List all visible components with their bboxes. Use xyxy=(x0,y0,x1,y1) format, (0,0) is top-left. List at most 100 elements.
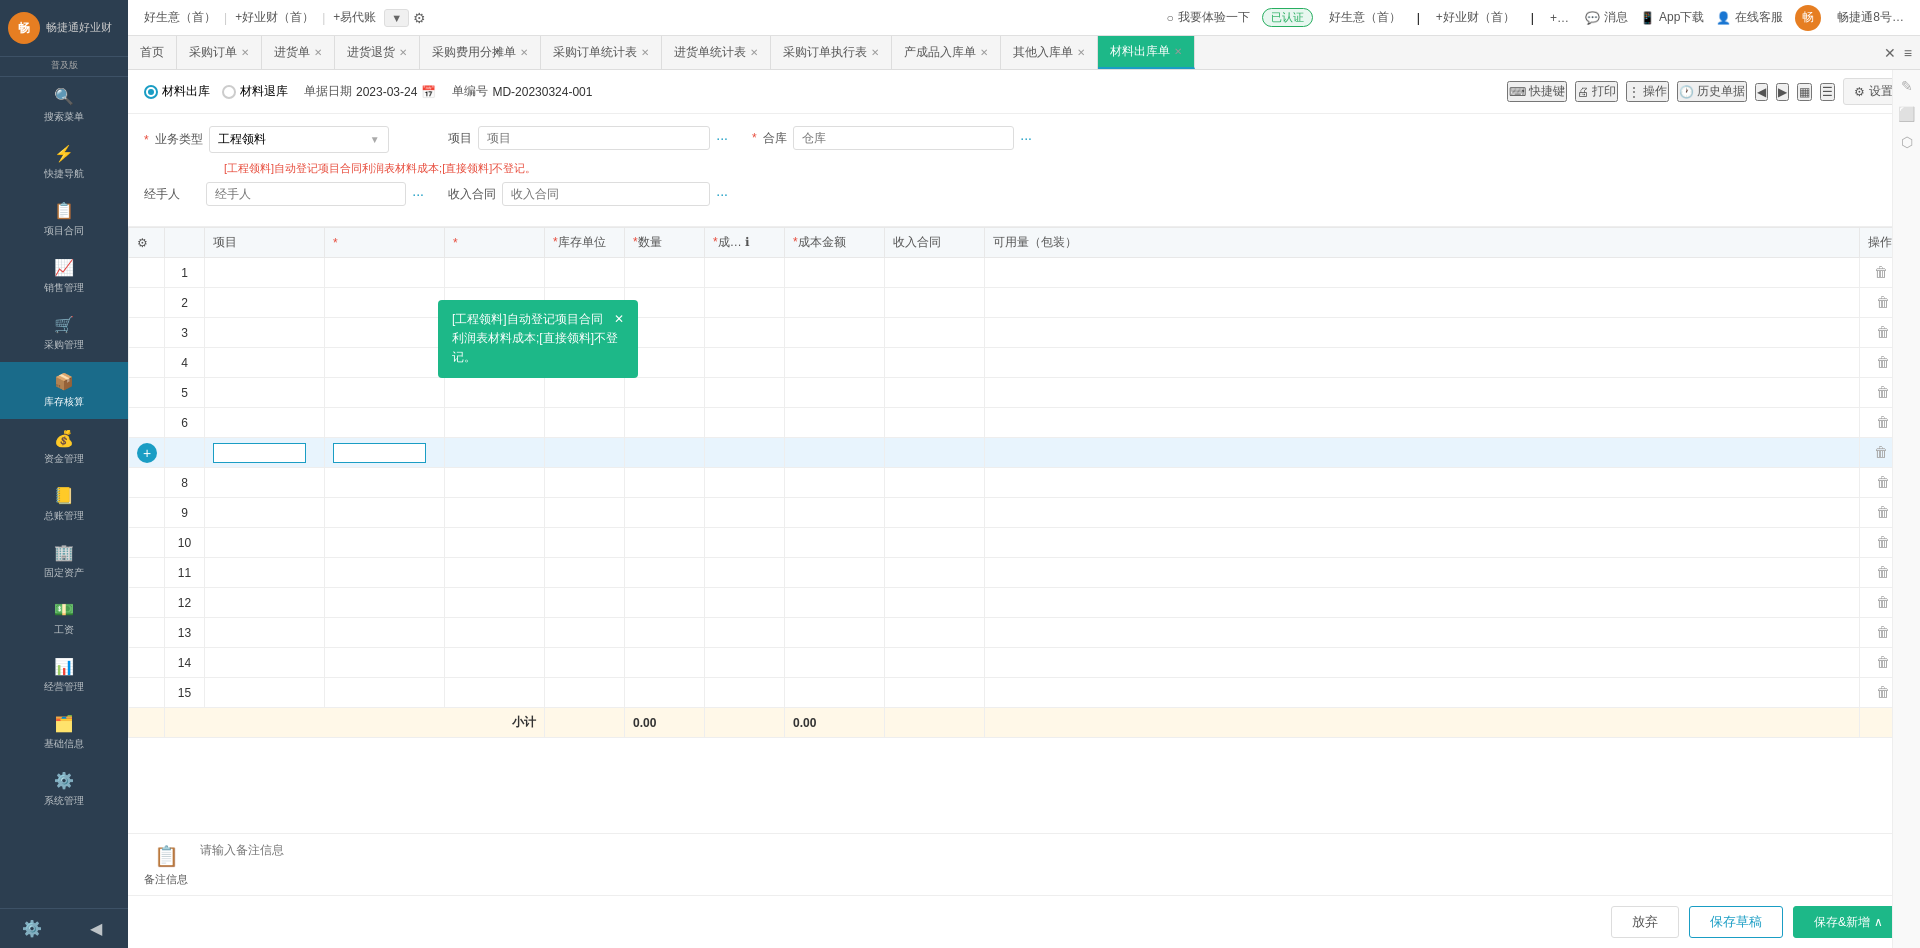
tab-purchase-fee[interactable]: 采购费用分摊单 ✕ xyxy=(420,36,541,69)
calendar-icon[interactable]: 📅 xyxy=(421,85,436,99)
user-name[interactable]: 畅捷通8号… xyxy=(1833,9,1908,26)
radio-material-out[interactable]: 材料出库 xyxy=(144,83,210,100)
delete-row-button[interactable]: 🗑 xyxy=(1874,382,1892,402)
tab-close-icon[interactable]: ✕ xyxy=(980,47,988,58)
tab-close-icon[interactable]: ✕ xyxy=(399,47,407,58)
delete-row-button[interactable]: 🗑 xyxy=(1874,532,1892,552)
tab-menu[interactable]: ≡ xyxy=(1904,45,1912,61)
tab-close-icon[interactable]: ✕ xyxy=(641,47,649,58)
tab-close-icon[interactable]: ✕ xyxy=(241,47,249,58)
sidebar-item-inventory[interactable]: 📦 库存核算 xyxy=(0,362,128,419)
save-draft-button[interactable]: 保存草稿 xyxy=(1689,906,1783,938)
topbar-nav-item-3[interactable]: +易代账 xyxy=(329,9,380,26)
delete-row-button[interactable]: 🗑 xyxy=(1874,502,1892,522)
topbar-nav-item-2[interactable]: +好业财（首） xyxy=(231,9,318,26)
handler-input[interactable] xyxy=(206,182,406,206)
tab-close-all[interactable]: ✕ xyxy=(1884,45,1896,61)
discard-button[interactable]: 放弃 xyxy=(1611,906,1679,938)
list-view-button[interactable]: ☰ xyxy=(1820,83,1835,101)
delete-row-button[interactable]: 🗑 xyxy=(1874,652,1892,672)
sidebar-item-project[interactable]: 📋 项目合同 xyxy=(0,191,128,248)
tab-goods-in[interactable]: 进货单 ✕ xyxy=(262,36,335,69)
delete-row-button[interactable]: 🗑 xyxy=(1872,442,1890,462)
delete-row-button[interactable]: 🗑 xyxy=(1874,352,1892,372)
tab-material-out[interactable]: 材料出库单 ✕ xyxy=(1098,36,1195,69)
topbar-nav2-2[interactable]: +好业财（首） xyxy=(1432,9,1519,26)
sidebar-item-ops[interactable]: 📊 经营管理 xyxy=(0,647,128,704)
tab-goods-stat[interactable]: 进货单统计表 ✕ xyxy=(662,36,771,69)
tab-purchase-stat[interactable]: 采购订单统计表 ✕ xyxy=(541,36,662,69)
sidebar-item-sales[interactable]: 📈 销售管理 xyxy=(0,248,128,305)
handler-dots-icon[interactable]: ··· xyxy=(412,186,424,202)
sidebar-item-accounting[interactable]: 📒 总账管理 xyxy=(0,476,128,533)
prev-button[interactable]: ◀ xyxy=(1755,83,1768,101)
topbar-gear-icon[interactable]: ⚙ xyxy=(413,10,426,26)
topbar-service[interactable]: 👤 在线客服 xyxy=(1716,9,1783,26)
operation-button[interactable]: ⋮ 操作 xyxy=(1626,81,1669,102)
topbar-msg[interactable]: 💬 消息 xyxy=(1585,9,1628,26)
delete-row-button[interactable]: 🗑 xyxy=(1874,292,1892,312)
right-panel-icon-3[interactable]: ⬡ xyxy=(1901,134,1913,150)
print-button[interactable]: 🖨 打印 xyxy=(1575,81,1618,102)
sidebar-item-finance[interactable]: 💰 资金管理 xyxy=(0,419,128,476)
tab-product-in[interactable]: 产成品入库单 ✕ xyxy=(892,36,1001,69)
tooltip-close-icon[interactable]: ✕ xyxy=(614,310,624,329)
grid-view-button[interactable]: ▦ xyxy=(1797,83,1812,101)
delete-row-button[interactable]: 🗑 xyxy=(1874,472,1892,492)
tab-other-in[interactable]: 其他入库单 ✕ xyxy=(1001,36,1098,69)
history-button[interactable]: 🕐 历史单据 xyxy=(1677,81,1747,102)
row-input[interactable] xyxy=(333,443,426,463)
tab-close-icon[interactable]: ✕ xyxy=(871,47,879,58)
next-button[interactable]: ▶ xyxy=(1776,83,1789,101)
col-header-gear[interactable]: ⚙ xyxy=(129,228,165,258)
row-input[interactable] xyxy=(213,443,306,463)
tab-goods-return[interactable]: 进货退货 ✕ xyxy=(335,36,420,69)
sidebar-item-payroll[interactable]: 💵 工资 xyxy=(0,590,128,647)
delete-row-button[interactable]: 🗑 xyxy=(1874,322,1892,342)
sidebar-item-basic-info[interactable]: 🗂️ 基础信息 xyxy=(0,704,128,761)
tab-close-icon[interactable]: ✕ xyxy=(314,47,322,58)
right-panel-icon-2[interactable]: ⬜ xyxy=(1898,106,1915,122)
radio-material-return[interactable]: 材料退库 xyxy=(222,83,288,100)
tab-purchase-order[interactable]: 采购订单 ✕ xyxy=(177,36,262,69)
sidebar-item-fixed-assets[interactable]: 🏢 固定资产 xyxy=(0,533,128,590)
dropdown-arrow-icon: ▼ xyxy=(370,134,380,145)
delete-row-button[interactable]: 🗑 xyxy=(1872,262,1890,282)
topbar-nav2-1[interactable]: 好生意（首） xyxy=(1325,9,1405,26)
save-new-button[interactable]: 保存&新增 ∧ xyxy=(1793,906,1904,938)
biz-type-select[interactable]: 工程领料 ▼ xyxy=(209,126,389,153)
right-panel-icon-1[interactable]: ✎ xyxy=(1901,78,1913,94)
sidebar-item-search[interactable]: 🔍 搜索菜单 xyxy=(0,77,128,134)
topbar-nav2-more[interactable]: +… xyxy=(1546,11,1573,25)
tab-close-icon[interactable]: ✕ xyxy=(1174,46,1182,57)
topbar-app-download[interactable]: 📱 App下载 xyxy=(1640,9,1704,26)
add-row-button[interactable]: + xyxy=(137,443,157,463)
notes-input[interactable] xyxy=(200,842,1904,882)
tab-close-icon[interactable]: ✕ xyxy=(520,47,528,58)
warehouse-input[interactable] xyxy=(793,126,1015,150)
income-contract-input[interactable] xyxy=(502,182,710,206)
collapse-button[interactable]: ◀ xyxy=(64,909,128,948)
tab-close-icon[interactable]: ✕ xyxy=(1077,47,1085,58)
delete-row-button[interactable]: 🗑 xyxy=(1874,682,1892,702)
user-avatar[interactable]: 畅 xyxy=(1795,5,1821,31)
project-input[interactable] xyxy=(478,126,710,150)
tab-close-icon[interactable]: ✕ xyxy=(750,47,758,58)
delete-row-button[interactable]: 🗑 xyxy=(1874,412,1892,432)
income-contract-dots-icon[interactable]: ··· xyxy=(716,186,728,202)
topbar-nav-item-1[interactable]: 好生意（首） xyxy=(140,9,220,26)
project-dots-icon[interactable]: ··· xyxy=(716,130,728,146)
topbar-experience[interactable]: ○ 我要体验一下 xyxy=(1166,9,1249,26)
delete-row-button[interactable]: 🗑 xyxy=(1874,592,1892,612)
sidebar-item-quick-nav[interactable]: ⚡ 快捷导航 xyxy=(0,134,128,191)
settings-button[interactable]: ⚙️ xyxy=(0,909,64,948)
shortcut-button[interactable]: ⌨ 快捷键 xyxy=(1507,81,1567,102)
sidebar-item-sys[interactable]: ⚙️ 系统管理 xyxy=(0,761,128,818)
sidebar-item-purchase[interactable]: 🛒 采购管理 xyxy=(0,305,128,362)
warehouse-dots-icon[interactable]: ··· xyxy=(1020,130,1032,146)
delete-row-button[interactable]: 🗑 xyxy=(1874,562,1892,582)
topbar-nav-more[interactable]: ▼ xyxy=(384,9,409,27)
tab-purchase-exec[interactable]: 采购订单执行表 ✕ xyxy=(771,36,892,69)
delete-row-button[interactable]: 🗑 xyxy=(1874,622,1892,642)
tab-home[interactable]: 首页 xyxy=(128,36,177,69)
